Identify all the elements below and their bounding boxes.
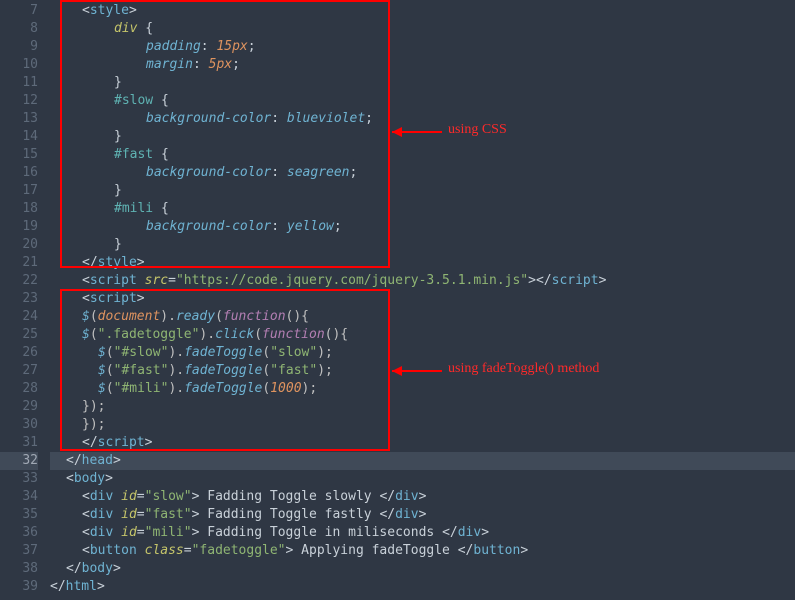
line-number: 13 xyxy=(0,110,38,128)
code-line: #mili { xyxy=(50,200,795,218)
code-line: }); xyxy=(50,416,795,434)
line-number: 32 xyxy=(0,452,38,470)
code-line: div { xyxy=(50,20,795,38)
code-line: <script> xyxy=(50,290,795,308)
line-number: 14 xyxy=(0,128,38,146)
line-number: 31 xyxy=(0,434,38,452)
code-line: margin: 5px; xyxy=(50,56,795,74)
line-number: 35 xyxy=(0,506,38,524)
line-number: 36 xyxy=(0,524,38,542)
line-number: 20 xyxy=(0,236,38,254)
code-line-current: </head> xyxy=(50,452,795,470)
line-number: 29 xyxy=(0,398,38,416)
code-line: <style> xyxy=(50,2,795,20)
code-line: $("#slow").fadeToggle("slow"); xyxy=(50,344,795,362)
code-line: $("#mili").fadeToggle(1000); xyxy=(50,380,795,398)
line-number: 23 xyxy=(0,290,38,308)
line-number: 16 xyxy=(0,164,38,182)
line-number: 28 xyxy=(0,380,38,398)
code-line: background-color: yellow; xyxy=(50,218,795,236)
code-line: <body> xyxy=(50,470,795,488)
code-line: $(document).ready(function(){ xyxy=(50,308,795,326)
code-line: #slow { xyxy=(50,92,795,110)
code-line: $(".fadetoggle").click(function(){ xyxy=(50,326,795,344)
code-line: </body> xyxy=(50,560,795,578)
line-number: 12 xyxy=(0,92,38,110)
code-line: }); xyxy=(50,398,795,416)
code-editor: 7891011121314151617181920212223242526272… xyxy=(0,0,795,596)
line-number: 8 xyxy=(0,20,38,38)
line-number: 30 xyxy=(0,416,38,434)
code-line: </script> xyxy=(50,434,795,452)
code-line: <div id="mili"> Fadding Toggle in milise… xyxy=(50,524,795,542)
line-number: 34 xyxy=(0,488,38,506)
code-line: <div id="slow"> Fadding Toggle slowly </… xyxy=(50,488,795,506)
line-number: 26 xyxy=(0,344,38,362)
line-number: 27 xyxy=(0,362,38,380)
line-number: 7 xyxy=(0,2,38,20)
line-number: 25 xyxy=(0,326,38,344)
code-line: } xyxy=(50,128,795,146)
code-line: $("#fast").fadeToggle("fast"); xyxy=(50,362,795,380)
line-number: 19 xyxy=(0,218,38,236)
gutter: 7891011121314151617181920212223242526272… xyxy=(0,2,50,596)
code-line: <script src="https://code.jquery.com/jqu… xyxy=(50,272,795,290)
code-line: <div id="fast"> Fadding Toggle fastly </… xyxy=(50,506,795,524)
code-line: } xyxy=(50,236,795,254)
line-number: 33 xyxy=(0,470,38,488)
line-number: 11 xyxy=(0,74,38,92)
code-line: padding: 15px; xyxy=(50,38,795,56)
line-number: 9 xyxy=(0,38,38,56)
line-number: 37 xyxy=(0,542,38,560)
line-number: 24 xyxy=(0,308,38,326)
code-line: } xyxy=(50,182,795,200)
code-line: </html> xyxy=(50,578,795,596)
code-line: </style> xyxy=(50,254,795,272)
line-number: 17 xyxy=(0,182,38,200)
line-number: 15 xyxy=(0,146,38,164)
code-area[interactable]: <style> div { padding: 15px; margin: 5px… xyxy=(50,2,795,596)
line-number: 10 xyxy=(0,56,38,74)
code-line: background-color: seagreen; xyxy=(50,164,795,182)
code-line: <button class="fadetoggle"> Applying fad… xyxy=(50,542,795,560)
code-line: background-color: blueviolet; xyxy=(50,110,795,128)
code-line: } xyxy=(50,74,795,92)
code-line: #fast { xyxy=(50,146,795,164)
line-number: 18 xyxy=(0,200,38,218)
line-number: 22 xyxy=(0,272,38,290)
line-number: 38 xyxy=(0,560,38,578)
line-number: 21 xyxy=(0,254,38,272)
line-number: 39 xyxy=(0,578,38,596)
